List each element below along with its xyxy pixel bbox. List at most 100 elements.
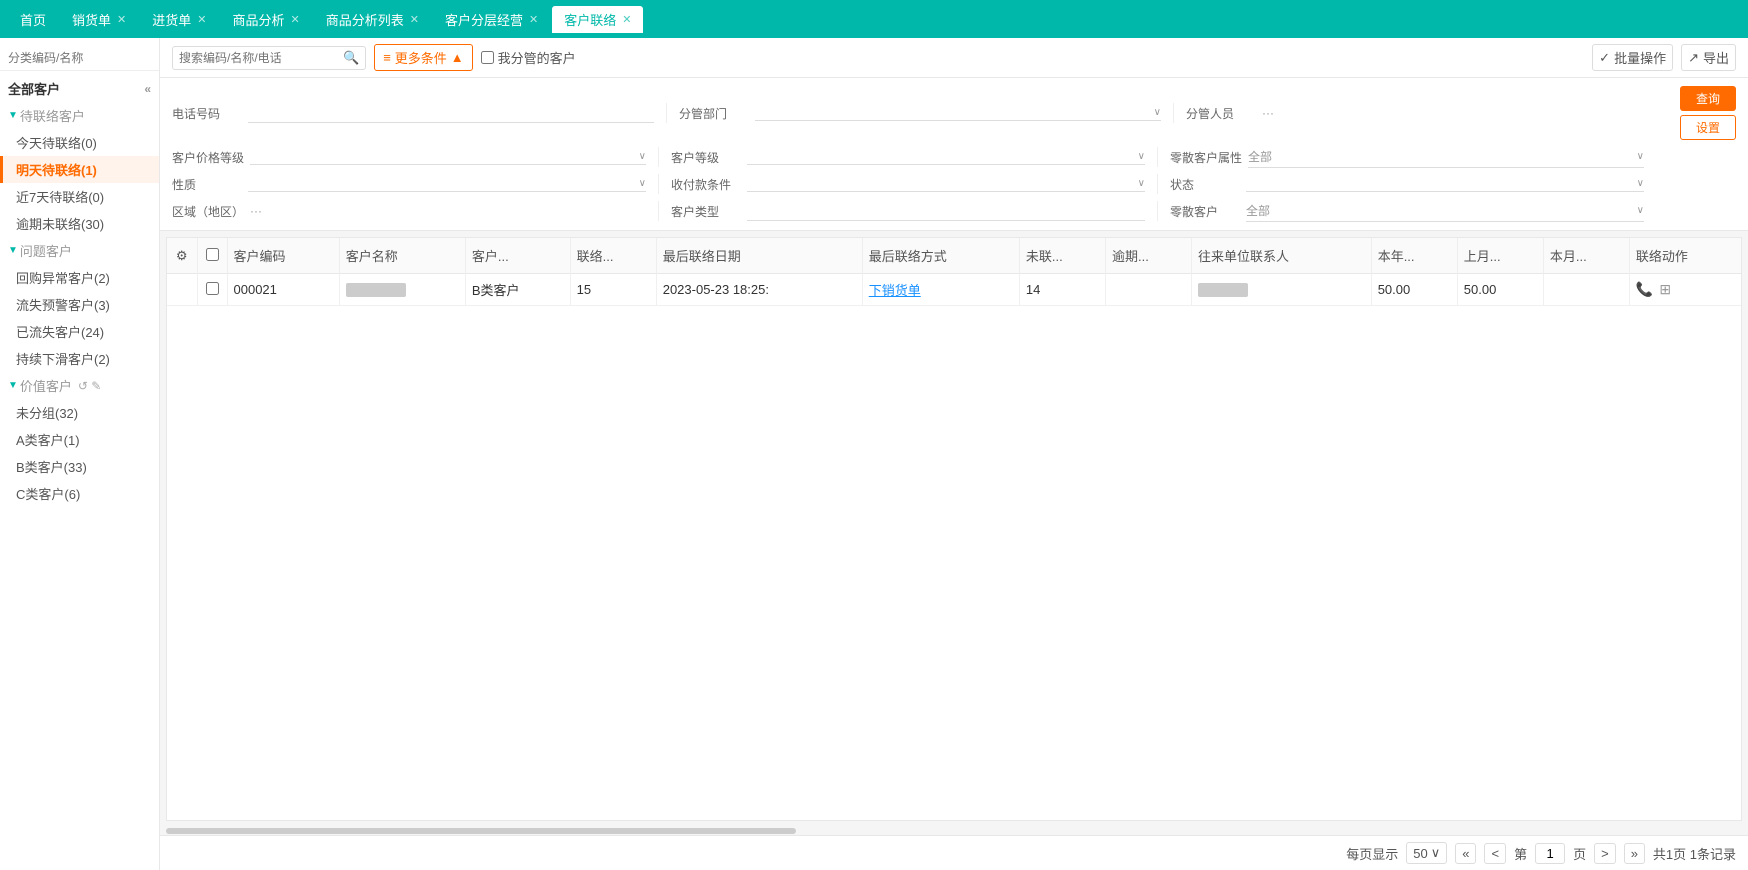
nav-customer-segmentation-close-icon[interactable]: ✕ — [529, 13, 538, 26]
phone-action-icon[interactable]: 📞 — [1636, 281, 1653, 298]
th-gear[interactable]: ⚙ — [167, 238, 197, 274]
select-all-checkbox[interactable] — [206, 248, 219, 261]
sidebar-item-tomorrow-pending[interactable]: 明天待联络(1) — [0, 156, 159, 183]
chevron-down-icon-2: ∨ — [639, 151, 646, 162]
query-button[interactable]: 查询 — [1680, 86, 1736, 111]
sidebar-item-overdue-pending[interactable]: 逾期未联络(30) — [0, 210, 159, 237]
filter-customer-grade-select[interactable]: ∨ — [747, 149, 1145, 165]
sidebar: 🔍 全部客户 « ▼ 待联络客户 今天待联络(0) 明天待联络(1) 近7天待联… — [0, 38, 160, 870]
filter-chevron-icon: ▲ — [451, 50, 464, 65]
my-customer-checkbox-input[interactable] — [481, 51, 494, 64]
nav-product-analysis[interactable]: 商品分析 ✕ — [220, 6, 311, 33]
filter-manager: 分管人员 ··· — [1186, 105, 1668, 122]
sidebar-all-customers[interactable]: 全部客户 « — [0, 75, 159, 102]
value-group-icons[interactable]: ↺ ✎ — [78, 379, 101, 393]
th-this-month: 本月... — [1543, 238, 1629, 274]
filter-manager-dots[interactable]: ··· — [1262, 106, 1274, 120]
my-customer-checkbox[interactable]: 我分管的客户 — [481, 48, 576, 67]
row-checkbox[interactable] — [206, 282, 219, 295]
chevron-down-icon-7: ∨ — [1637, 178, 1644, 189]
td-gear — [167, 274, 197, 306]
nav-customer-contact-close-icon[interactable]: ✕ — [622, 13, 631, 26]
filter-scatter-attr-select[interactable]: 全部 ∨ — [1248, 146, 1644, 168]
nav-sales-close-icon[interactable]: ✕ — [117, 13, 126, 26]
sidebar-item-class-b[interactable]: B类客户(33) — [0, 453, 159, 480]
batch-op-button[interactable]: ✓ 批量操作 — [1592, 44, 1673, 71]
page-size-chevron: ∨ — [1431, 845, 1441, 861]
main-search-input[interactable] — [179, 51, 339, 65]
filter-customer-type-label: 客户类型 — [671, 203, 741, 220]
nav-customer-segmentation[interactable]: 客户分层经营 ✕ — [433, 6, 550, 33]
filter-customer-type: 客户类型 — [671, 202, 1145, 221]
filter-price-grade-select[interactable]: ∨ — [250, 149, 646, 165]
td-overdue — [1105, 274, 1191, 306]
main-layout: 🔍 全部客户 « ▼ 待联络客户 今天待联络(0) 明天待联络(1) 近7天待联… — [0, 38, 1748, 870]
filter-row-1: 电话号码 分管部门 ∨ 分管人员 ··· 查询 — [172, 86, 1736, 140]
setting-button[interactable]: 设置 — [1680, 115, 1736, 140]
sidebar-collapse-icon: « — [144, 82, 151, 96]
sidebar-item-7days-pending[interactable]: 近7天待联络(0) — [0, 183, 159, 210]
data-table-container: ⚙ 客户编码 客户名称 客户... 联络... 最后联络日期 最后联络方式 未联… — [166, 237, 1742, 821]
filter-department-select[interactable]: ∨ — [755, 105, 1161, 121]
content-area: 🔍 ≡ 更多条件 ▲ 我分管的客户 ✓ 批量操作 ↗ 导出 — [160, 38, 1748, 870]
filter-price-grade-label: 客户价格等级 — [172, 149, 244, 166]
nav-sales[interactable]: 销货单 ✕ — [60, 6, 138, 33]
sidebar-item-continuous-decline[interactable]: 持续下滑客户(2) — [0, 345, 159, 372]
sidebar-item-class-a[interactable]: A类客户(1) — [0, 426, 159, 453]
filter-scatter-customer-select[interactable]: 全部 ∨ — [1246, 200, 1644, 222]
sidebar-item-today-pending[interactable]: 今天待联络(0) — [0, 129, 159, 156]
scrollbar-thumb[interactable] — [166, 828, 796, 834]
filter-panel: 电话号码 分管部门 ∨ 分管人员 ··· 查询 — [160, 78, 1748, 231]
page-number-input[interactable] — [1535, 843, 1565, 864]
filter-status-select[interactable]: ∨ — [1246, 176, 1644, 192]
filter-nature-select[interactable]: ∨ — [248, 176, 646, 192]
nav-customer-contact[interactable]: 客户联络 ✕ — [552, 6, 643, 33]
more-filter-button[interactable]: ≡ 更多条件 ▲ — [374, 44, 472, 71]
nav-purchase-close-icon[interactable]: ✕ — [197, 13, 206, 26]
batch-op-check-icon: ✓ — [1599, 50, 1610, 66]
filter-phone-input[interactable] — [248, 104, 654, 123]
filter-customer-type-input[interactable] — [747, 202, 1145, 221]
table-footer: 每页显示 50 ∨ « < 第 页 > » 共1页 1条记录 — [160, 835, 1748, 870]
nav-purchase[interactable]: 进货单 ✕ — [140, 6, 218, 33]
next-page-button[interactable]: > — [1594, 843, 1616, 864]
nav-product-analysis-close-icon[interactable]: ✕ — [291, 13, 300, 26]
page-size-select[interactable]: 50 ∨ — [1406, 842, 1447, 864]
th-contact-person: 往来单位联系人 — [1192, 238, 1372, 274]
export-icon: ↗ — [1688, 50, 1699, 66]
sidebar-item-class-c[interactable]: C类客户(6) — [0, 480, 159, 507]
nav-product-analysis-list-close-icon[interactable]: ✕ — [410, 13, 419, 26]
nav-product-analysis-list[interactable]: 商品分析列表 ✕ — [314, 6, 431, 33]
td-last-month: 50.00 — [1457, 274, 1543, 306]
filter-region-dots[interactable]: ··· — [250, 204, 262, 218]
main-search-icon[interactable]: 🔍 — [343, 50, 359, 66]
table-header-row: ⚙ 客户编码 客户名称 客户... 联络... 最后联络日期 最后联络方式 未联… — [167, 238, 1741, 274]
total-records: 共1页 1条记录 — [1653, 844, 1736, 863]
td-last-method[interactable]: 下销货单 — [862, 274, 1019, 306]
filter-payment-select[interactable]: ∨ — [747, 176, 1145, 192]
th-checkbox[interactable] — [197, 238, 227, 274]
sidebar-item-churned[interactable]: 已流失客户(24) — [0, 318, 159, 345]
horizontal-scrollbar[interactable] — [166, 827, 1742, 835]
filter-customer-grade-label: 客户等级 — [671, 149, 741, 166]
export-button[interactable]: ↗ 导出 — [1681, 44, 1736, 71]
td-last-date: 2023-05-23 18:25: — [656, 274, 862, 306]
td-name — [339, 274, 465, 306]
sidebar-item-churn-warning[interactable]: 流失预警客户(3) — [0, 291, 159, 318]
filter-department-label: 分管部门 — [679, 105, 749, 122]
filter-nature: 性质 ∨ — [172, 176, 646, 193]
chevron-down-icon: ∨ — [1154, 107, 1161, 118]
td-no-contact: 14 — [1019, 274, 1105, 306]
nav-home[interactable]: 首页 — [8, 6, 58, 33]
chevron-down-icon-6: ∨ — [1138, 178, 1145, 189]
filter-region: 区域（地区） ··· — [172, 203, 646, 220]
last-page-button[interactable]: » — [1624, 843, 1645, 864]
td-checkbox[interactable] — [197, 274, 227, 306]
sidebar-search-input[interactable] — [8, 51, 160, 65]
triangle-icon-2: ▼ — [8, 245, 18, 256]
prev-page-button[interactable]: < — [1484, 843, 1506, 864]
sidebar-item-abnormal-repurchase[interactable]: 回购异常客户(2) — [0, 264, 159, 291]
sidebar-item-unclassified[interactable]: 未分组(32) — [0, 399, 159, 426]
first-page-button[interactable]: « — [1455, 843, 1476, 864]
grid-action-icon[interactable]: ⊞ — [1659, 281, 1671, 298]
